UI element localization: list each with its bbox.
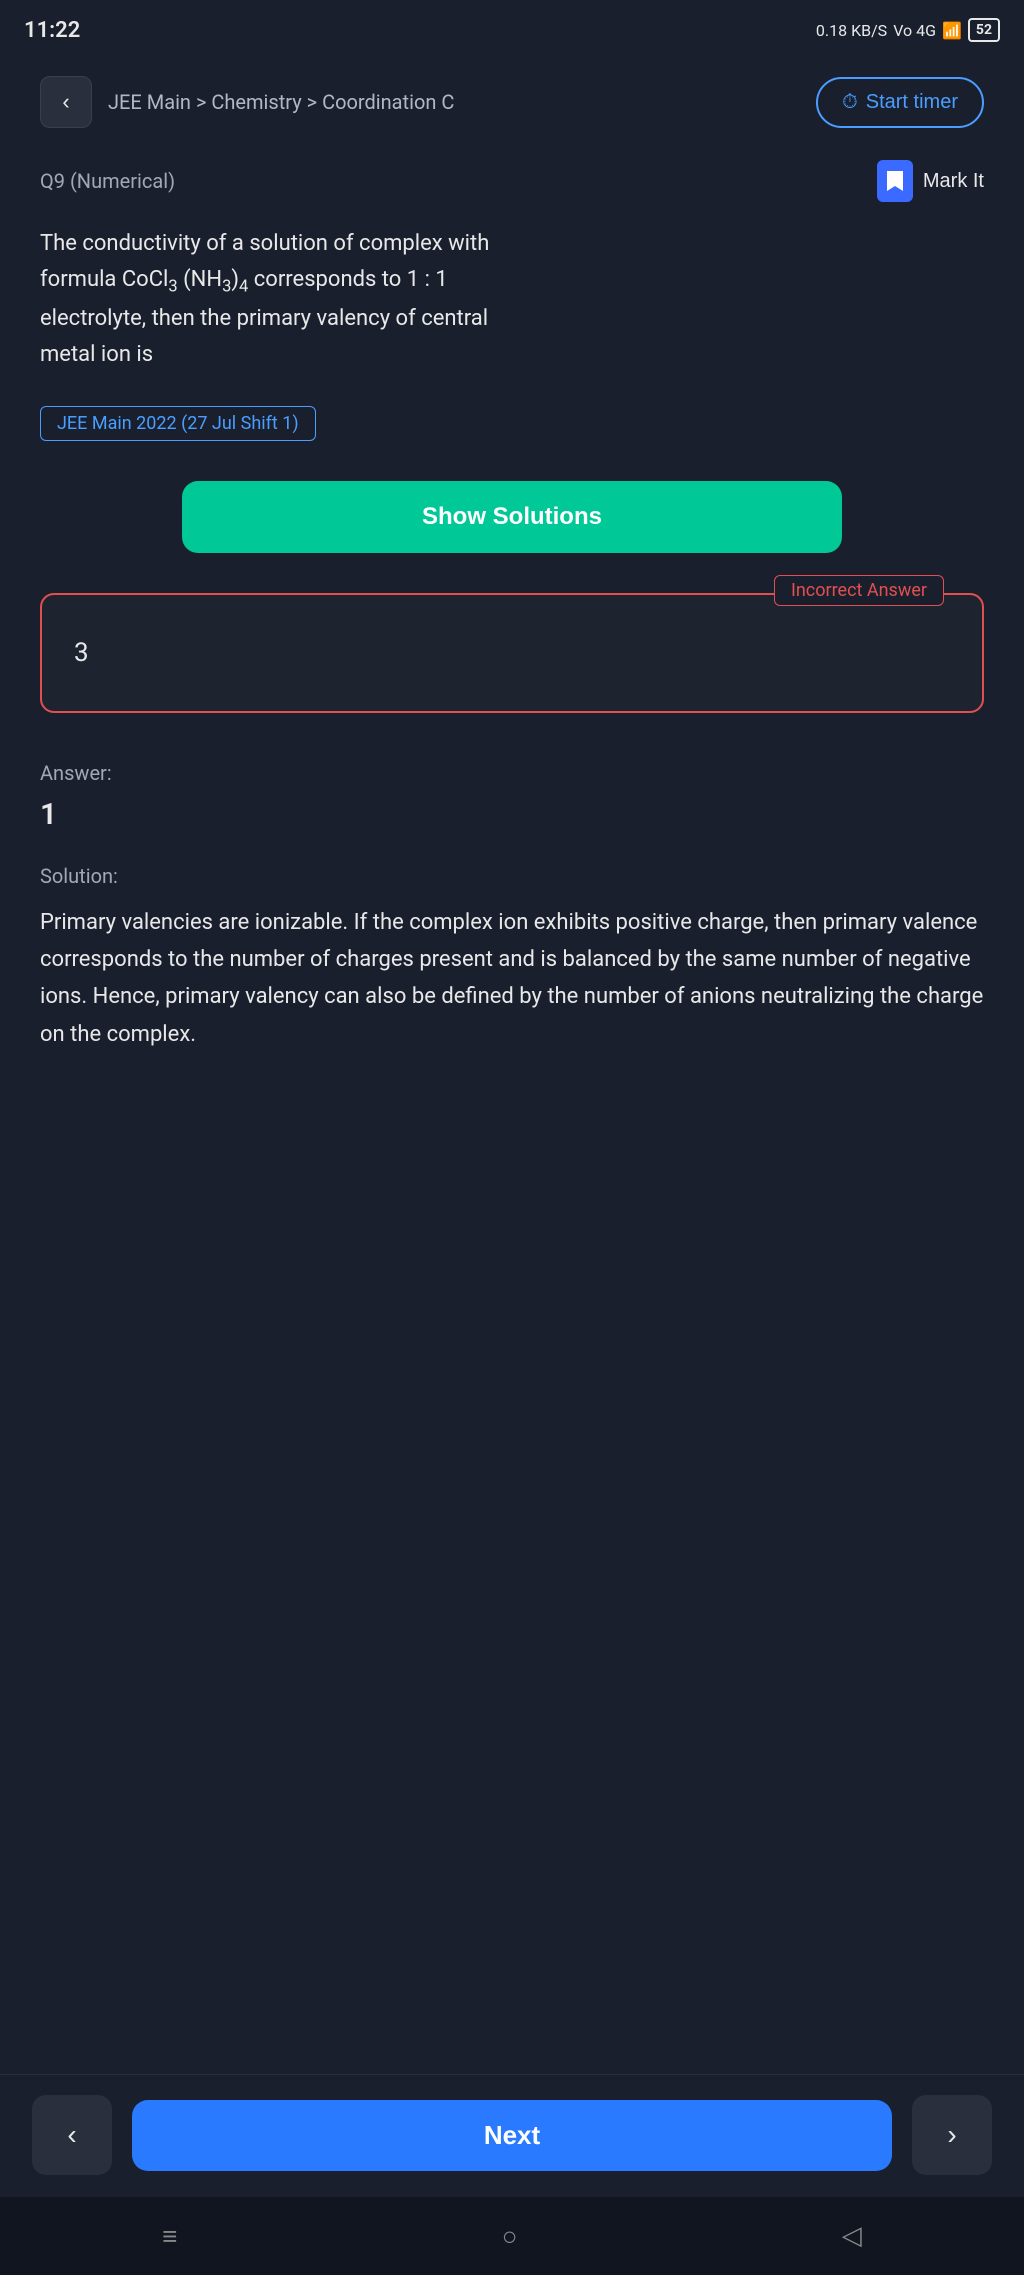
solution-section: Solution: Primary valencies are ionizabl… [40,864,984,1054]
user-answer-value: 3 [74,638,89,668]
status-icons: 0.18 KB/S Vo 4G 📶 52 [816,18,1000,42]
android-back-icon: ◁ [842,2221,862,2251]
show-solutions-button[interactable]: Show Solutions [182,481,843,553]
fade-overlay [40,1063,984,1123]
bottom-navigation: ‹ Next › [0,2074,1024,2195]
android-nav-bar: ≡ ○ ◁ [0,2197,1024,2275]
android-menu-icon: ≡ [162,2221,177,2252]
status-bar: 11:22 0.18 KB/S Vo 4G 📶 52 [0,0,1024,56]
next-arrow-button[interactable]: › [912,2095,992,2175]
mark-it-button[interactable]: Mark It [877,160,984,202]
prev-button[interactable]: ‹ [32,2095,112,2175]
timer-icon: ⏱ [842,91,858,114]
network-speed: 0.18 KB/S [816,21,887,40]
solution-text: Primary valencies are ionizable. If the … [40,904,984,1054]
nav-bar: ‹ JEE Main > Chemistry > Coordination C … [40,76,984,128]
question-tag: JEE Main 2022 (27 Jul Shift 1) [40,406,316,441]
back-icon: ‹ [62,89,69,115]
answer-input-wrapper: Incorrect Answer 3 [40,593,984,713]
status-time: 11:22 [24,18,80,43]
signal-icon: 📶 [942,21,962,40]
android-home-icon: ○ [502,2221,518,2252]
question-header: Q9 (Numerical) Mark It [40,160,984,202]
timer-label: Start timer [866,91,958,114]
start-timer-button[interactable]: ⏱ Start timer [816,77,984,128]
nav-left: ‹ JEE Main > Chemistry > Coordination C [40,76,454,128]
question-text: The conductivity of a solution of comple… [40,226,984,374]
breadcrumb: JEE Main > Chemistry > Coordination C [108,90,454,114]
solution-label: Solution: [40,864,984,888]
answer-label: Answer: [40,761,984,785]
battery-indicator: 52 [968,18,1000,42]
back-button[interactable]: ‹ [40,76,92,128]
answer-value: 1 [40,797,984,832]
question-label: Q9 (Numerical) [40,169,175,193]
answer-input-box[interactable]: 3 [40,593,984,713]
next-button[interactable]: Next [132,2100,892,2171]
answer-section: Answer: 1 [40,761,984,832]
mark-it-label: Mark It [923,170,984,193]
network-type: Vo 4G [893,21,936,40]
incorrect-badge: Incorrect Answer [774,575,944,606]
main-content: ‹ JEE Main > Chemistry > Coordination C … [0,56,1024,1283]
bookmark-icon [877,160,913,202]
question-line1: The conductivity of a solution of comple… [40,231,489,367]
